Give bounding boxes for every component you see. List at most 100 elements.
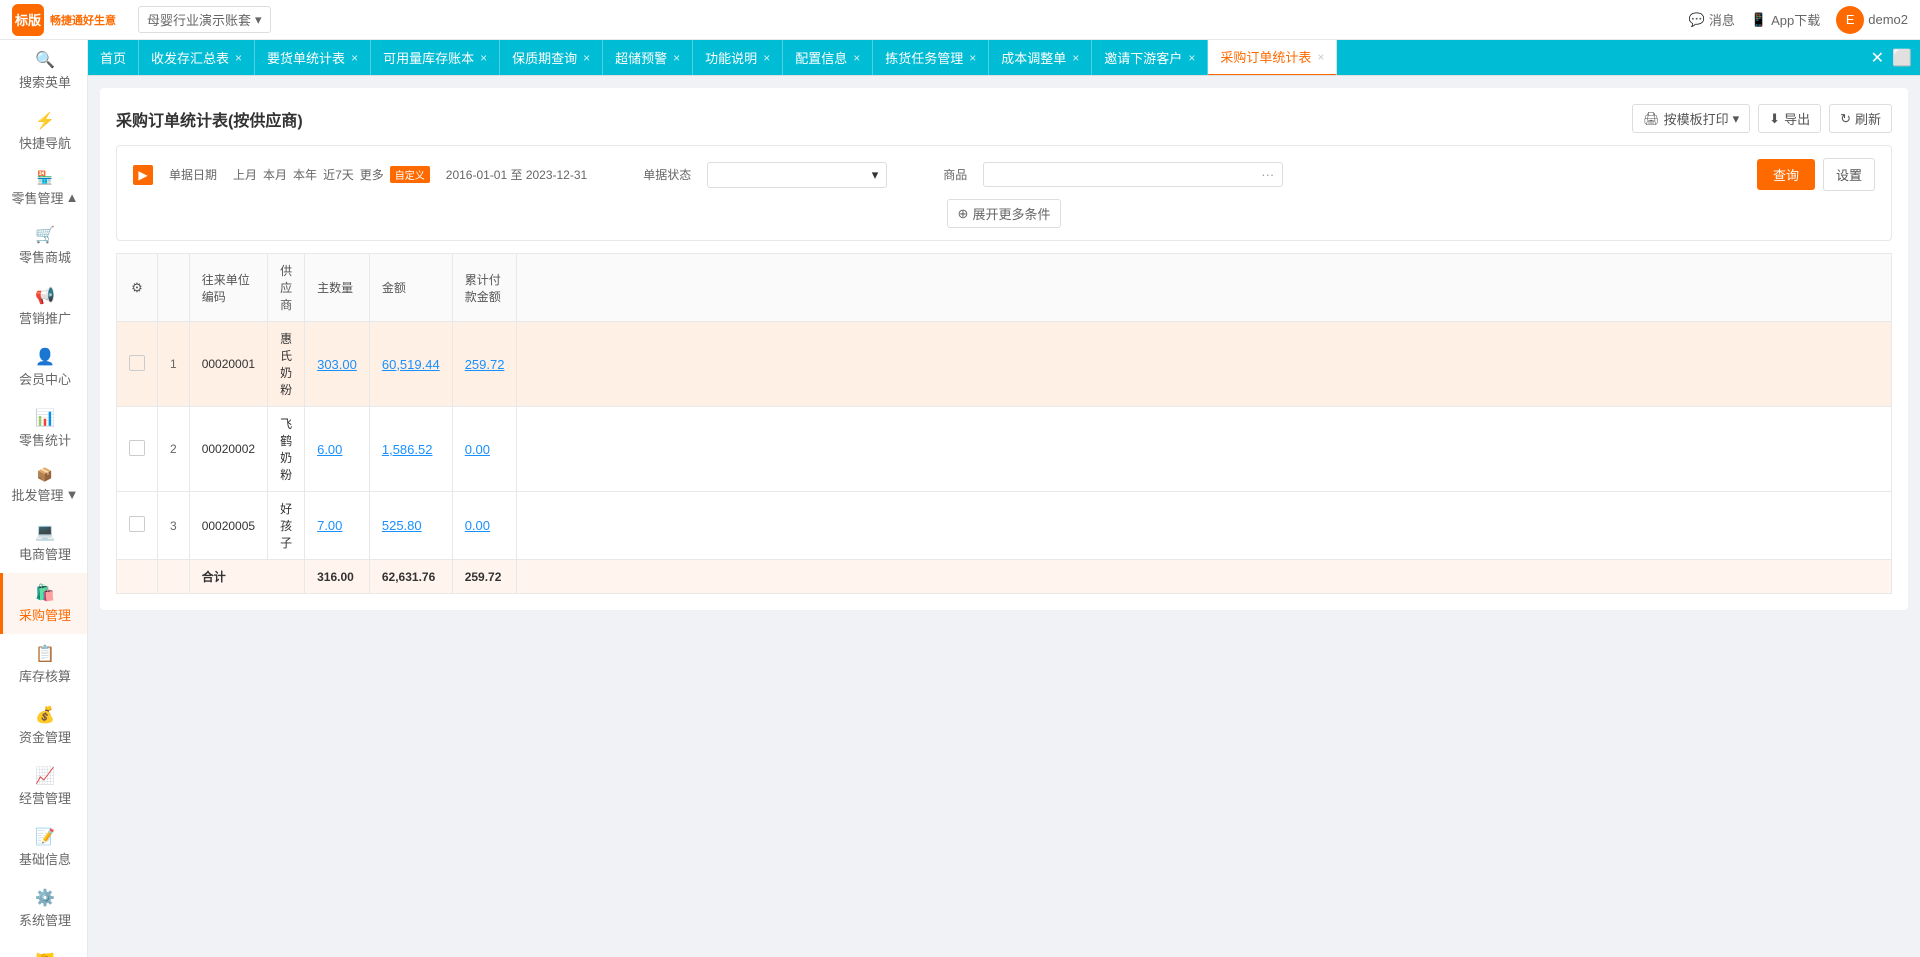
row1-num: 1 xyxy=(158,322,190,407)
shortcut-this-month[interactable]: 本月 xyxy=(263,166,287,183)
tab-invite-downstream-close[interactable]: × xyxy=(1188,51,1195,65)
page-actions: 🖨 按模板打印 ▾ ⬇ 导出 ↻ 刷新 xyxy=(1632,104,1892,133)
print-button[interactable]: 🖨 按模板打印 ▾ xyxy=(1632,104,1750,133)
tab-home[interactable]: 首页 xyxy=(88,40,139,76)
tab-bar: 首页 收发存汇总表 × 要货单统计表 × 可用量库存账本 × 保质期查询 × 超… xyxy=(88,40,1920,76)
shortcut-more[interactable]: 更多 xyxy=(360,166,384,183)
sidebar-item-system[interactable]: ⚙️ 系统管理 xyxy=(0,878,87,939)
row1-checkbox[interactable] xyxy=(129,355,145,371)
logo-icon: 标版 xyxy=(12,4,44,36)
tab-function-desc-close[interactable]: × xyxy=(763,51,770,65)
retail-expand-icon: ▲ xyxy=(66,190,79,205)
row3-checkbox[interactable] xyxy=(129,516,145,532)
sidebar-item-basic[interactable]: 📝 基础信息 xyxy=(0,817,87,878)
tab-inventory-ledger-close[interactable]: × xyxy=(480,51,487,65)
sidebar-item-operation[interactable]: 📈 经营管理 xyxy=(0,756,87,817)
row1-paid-link[interactable]: 259.72 xyxy=(465,357,505,372)
tab-maximize-button[interactable]: ⬜ xyxy=(1892,48,1912,68)
sidebar-item-inventory[interactable]: 📋 库存核算 xyxy=(0,634,87,695)
tab-task-mgmt-label: 拣货任务管理 xyxy=(885,48,963,67)
inventory-icon: 📋 xyxy=(35,644,55,664)
total-empty2 xyxy=(158,560,190,594)
tab-purchase-stat-close[interactable]: × xyxy=(351,51,358,65)
tab-expiry-query-close[interactable]: × xyxy=(583,51,590,65)
row2-checkbox-cell xyxy=(117,407,158,492)
goods-input[interactable] xyxy=(992,168,1261,182)
tab-task-mgmt[interactable]: 拣货任务管理 × xyxy=(873,40,989,76)
sidebar-item-retail[interactable]: 🏪 零售管理 ▲ xyxy=(0,162,87,215)
row3-qty: 7.00 xyxy=(305,492,370,560)
tab-config-info-close[interactable]: × xyxy=(853,51,860,65)
total-paid: 259.72 xyxy=(452,560,517,594)
user-avatar[interactable]: E demo2 xyxy=(1836,6,1908,34)
tab-inventory-ledger-label: 可用量库存账本 xyxy=(383,48,474,67)
tab-collect-pay[interactable]: 收发存汇总表 × xyxy=(139,40,255,76)
sidebar-item-ecommerce[interactable]: 💻 电商管理 xyxy=(0,512,87,573)
row2-paid-link[interactable]: 0.00 xyxy=(465,442,490,457)
tab-purchase-order-stat-close[interactable]: × xyxy=(1317,50,1324,64)
tab-cost-adjust-close[interactable]: × xyxy=(1072,51,1079,65)
tab-purchase-stat[interactable]: 要货单统计表 × xyxy=(255,40,371,76)
tab-close-button[interactable]: ✕ xyxy=(1871,48,1884,68)
tab-config-info[interactable]: 配置信息 × xyxy=(783,40,873,76)
tab-invite-downstream[interactable]: 邀请下游客户 × xyxy=(1092,40,1208,76)
goods-input-more-icon[interactable]: ··· xyxy=(1261,167,1274,182)
th-settings: ⚙ xyxy=(117,254,158,322)
sidebar-item-member[interactable]: 👤 会员中心 xyxy=(0,337,87,398)
workspace-selector[interactable]: 母婴行业演示账套 ▾ xyxy=(138,6,271,33)
query-button[interactable]: 查询 xyxy=(1757,159,1815,190)
row2-supplier: 飞鹤奶粉 xyxy=(268,407,305,492)
sidebar-label-marketing: 营销推广 xyxy=(19,308,71,327)
sidebar-item-purchase[interactable]: 🛍️ 采购管理 xyxy=(0,573,87,634)
row2-qty-link[interactable]: 6.00 xyxy=(317,442,342,457)
row3-paid-link[interactable]: 0.00 xyxy=(465,518,490,533)
sidebar-item-retail-stat[interactable]: 📊 零售统计 xyxy=(0,398,87,459)
sidebar-item-retail-shop[interactable]: 🛒 零售商城 xyxy=(0,215,87,276)
row2-checkbox[interactable] xyxy=(129,440,145,456)
total-empty1 xyxy=(117,560,158,594)
expand-button[interactable]: ⊕ 展开更多条件 xyxy=(947,199,1062,228)
row3-num: 3 xyxy=(158,492,190,560)
goods-input-group[interactable]: ··· xyxy=(983,162,1283,187)
tab-overstock-warning[interactable]: 超储预警 × xyxy=(603,40,693,76)
row2-amount-link[interactable]: 1,586.52 xyxy=(382,442,433,457)
tab-cost-adjust[interactable]: 成本调整单 × xyxy=(989,40,1092,76)
tab-function-desc[interactable]: 功能说明 × xyxy=(693,40,783,76)
tab-invite-downstream-label: 邀请下游客户 xyxy=(1104,48,1182,67)
tab-expiry-query[interactable]: 保质期查询 × xyxy=(500,40,603,76)
settings-button[interactable]: 设置 xyxy=(1823,158,1875,191)
row1-qty-link[interactable]: 303.00 xyxy=(317,357,357,372)
tab-home-label: 首页 xyxy=(100,48,126,67)
shortcut-this-year[interactable]: 本年 xyxy=(293,166,317,183)
tab-collect-pay-close[interactable]: × xyxy=(235,51,242,65)
logo-area: 标版 畅捷通好生意 母婴行业演示账套 ▾ xyxy=(12,4,271,36)
tab-overstock-warning-close[interactable]: × xyxy=(673,51,680,65)
settings-icon[interactable]: ⚙ xyxy=(131,280,143,295)
sidebar-item-search[interactable]: 🔍 搜索英单 xyxy=(0,40,87,101)
row1-qty: 303.00 xyxy=(305,322,370,407)
filter-toggle[interactable]: ▶ xyxy=(133,165,153,185)
sidebar-label-basic: 基础信息 xyxy=(19,849,71,868)
status-select[interactable]: ▾ xyxy=(707,162,887,188)
row1-amount-link[interactable]: 60,519.44 xyxy=(382,357,440,372)
enterprise-icon: 🤝 xyxy=(35,949,55,957)
sidebar-item-batch[interactable]: 📦 批发管理 ▼ xyxy=(0,459,87,512)
sidebar-item-shortcuts[interactable]: ⚡ 快捷导航 xyxy=(0,101,87,162)
shortcut-last-month[interactable]: 上月 xyxy=(233,166,257,183)
custom-date-badge[interactable]: 自定义 xyxy=(390,166,430,183)
avatar: E xyxy=(1836,6,1864,34)
row3-qty-link[interactable]: 7.00 xyxy=(317,518,342,533)
messages-button[interactable]: 💬 消息 xyxy=(1689,10,1735,29)
app-download-button[interactable]: 📱 App下载 xyxy=(1751,10,1820,29)
sidebar-item-enterprise[interactable]: 🤝 企业协同 xyxy=(0,939,87,957)
refresh-button[interactable]: ↻ 刷新 xyxy=(1829,104,1892,133)
row3-amount-link[interactable]: 525.80 xyxy=(382,518,422,533)
export-button[interactable]: ⬇ 导出 xyxy=(1758,104,1821,133)
tab-purchase-order-stat[interactable]: 采购订单统计表 × xyxy=(1208,40,1337,76)
sidebar-item-marketing[interactable]: 📢 营销推广 xyxy=(0,276,87,337)
tab-task-mgmt-close[interactable]: × xyxy=(969,51,976,65)
row2-amount: 1,586.52 xyxy=(369,407,452,492)
shortcut-7days[interactable]: 近7天 xyxy=(323,166,354,183)
tab-inventory-ledger[interactable]: 可用量库存账本 × xyxy=(371,40,500,76)
sidebar-item-finance[interactable]: 💰 资金管理 xyxy=(0,695,87,756)
